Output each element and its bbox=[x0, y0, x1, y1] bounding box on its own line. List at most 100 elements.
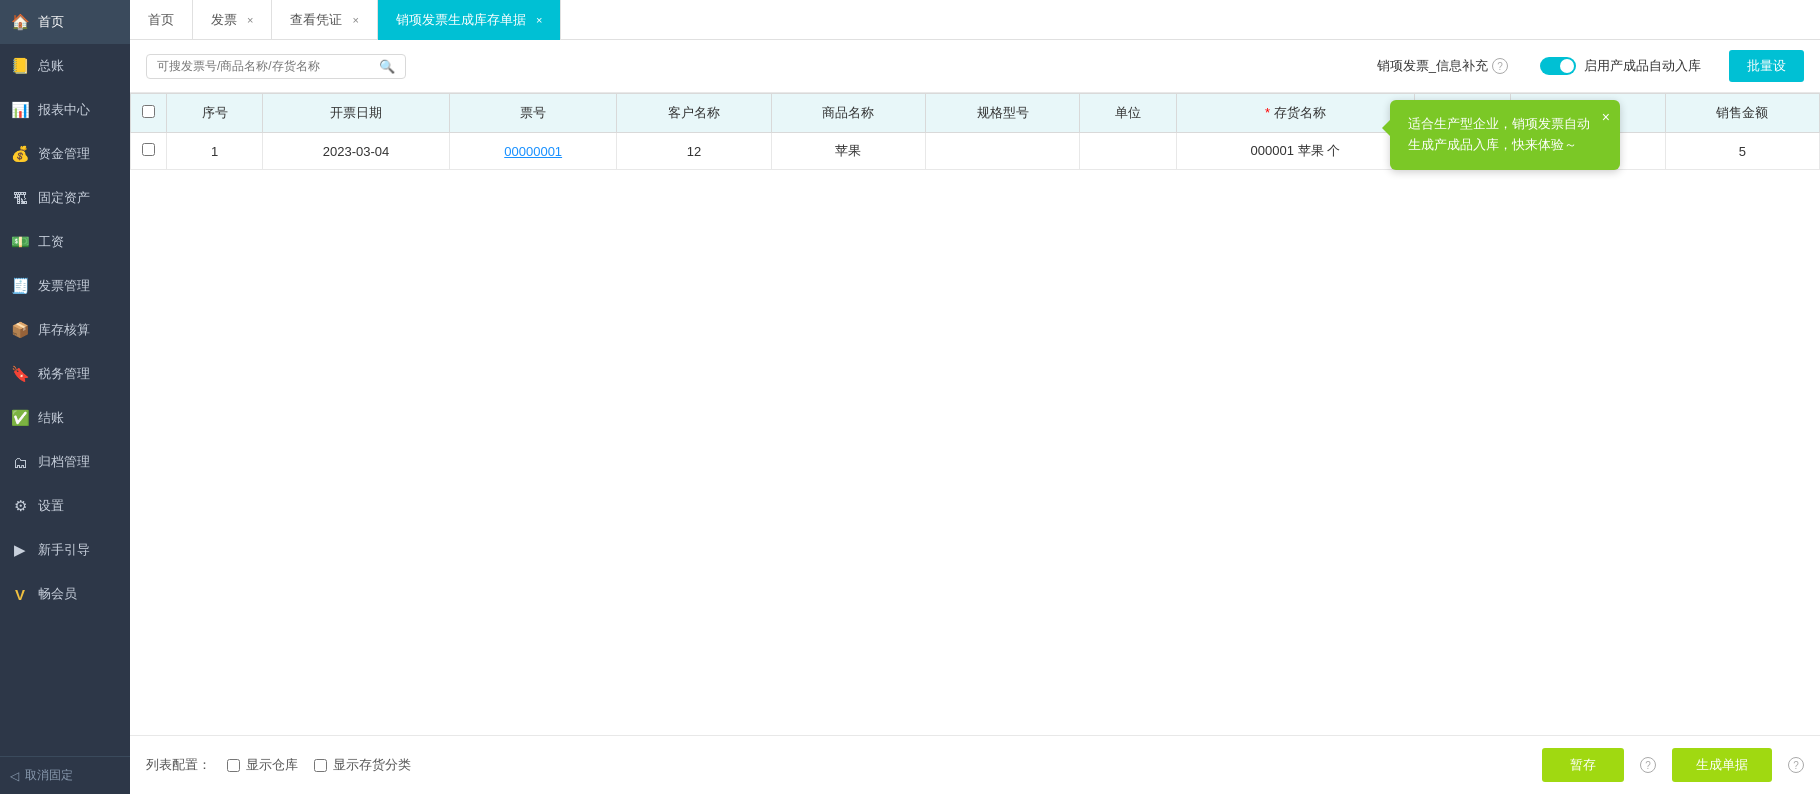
main-area: 首页 发票 × 查看凭证 × 销项发票生成库存单据 × 🔍 销项发票_信息补充 … bbox=[130, 0, 1820, 794]
info-label-area: 销项发票_信息补充 ? bbox=[1377, 57, 1508, 75]
th-customer: 客户名称 bbox=[617, 94, 771, 133]
th-spec: 规格型号 bbox=[926, 94, 1080, 133]
sidebar-item-inventory[interactable]: 📦 库存核算 bbox=[0, 308, 130, 352]
tab-invoice[interactable]: 发票 × bbox=[193, 0, 272, 40]
guide-icon: ▶ bbox=[10, 541, 30, 559]
tab-home[interactable]: 首页 bbox=[130, 0, 193, 40]
tab-voucher-label: 查看凭证 bbox=[290, 11, 342, 29]
row-date: 2023-03-04 bbox=[263, 133, 450, 170]
funds-icon: 💰 bbox=[10, 145, 30, 163]
row-spec bbox=[926, 133, 1080, 170]
toolbar: 🔍 销项发票_信息补充 ? 启用产成品自动入库 批量设 bbox=[130, 40, 1820, 93]
th-amount: 销售金额 bbox=[1665, 94, 1819, 133]
row-customer: 12 bbox=[617, 133, 771, 170]
sidebar-item-label: 总账 bbox=[38, 57, 64, 75]
sidebar-item-label: 固定资产 bbox=[38, 189, 90, 207]
toggle-area: 启用产成品自动入库 bbox=[1540, 57, 1701, 75]
tab-sales-invoice-label: 销项发票生成库存单据 bbox=[396, 11, 526, 29]
sidebar-item-label: 发票管理 bbox=[38, 277, 90, 295]
row-inventory: 000001 苹果 个 bbox=[1176, 133, 1414, 170]
invoice-icon: 🧾 bbox=[10, 277, 30, 295]
tab-bar: 首页 发票 × 查看凭证 × 销项发票生成库存单据 × bbox=[130, 0, 1820, 40]
sidebar-unpin-button[interactable]: ◁ 取消固定 bbox=[0, 756, 130, 794]
tab-home-label: 首页 bbox=[148, 11, 174, 29]
th-checkbox bbox=[131, 94, 167, 133]
row-unit bbox=[1080, 133, 1176, 170]
th-seq: 序号 bbox=[167, 94, 263, 133]
sidebar-item-label: 工资 bbox=[38, 233, 64, 251]
sidebar-item-label: 结账 bbox=[38, 409, 64, 427]
sidebar-item-settings[interactable]: ⚙ 设置 bbox=[0, 484, 130, 528]
sidebar-item-label: 资金管理 bbox=[38, 145, 90, 163]
auto-warehouse-toggle[interactable] bbox=[1540, 57, 1576, 75]
select-all-checkbox[interactable] bbox=[142, 105, 155, 118]
ledger-icon: 📒 bbox=[10, 57, 30, 75]
th-product: 商品名称 bbox=[771, 94, 925, 133]
tooltip-popup: × 适合生产型企业，销项发票自动生成产成品入库，快来体验～ bbox=[1390, 100, 1620, 170]
info-text: 销项发票_信息补充 bbox=[1377, 57, 1488, 75]
sidebar-item-label: 税务管理 bbox=[38, 365, 90, 383]
row-checkbox-cell bbox=[131, 133, 167, 170]
show-category-label: 显示存货分类 bbox=[333, 756, 411, 774]
show-warehouse-area: 显示仓库 bbox=[227, 756, 298, 774]
tab-invoice-close[interactable]: × bbox=[247, 14, 253, 26]
sidebar-item-ledger[interactable]: 📒 总账 bbox=[0, 44, 130, 88]
tooltip-close-button[interactable]: × bbox=[1602, 106, 1610, 128]
home-icon: 🏠 bbox=[10, 13, 30, 31]
search-input[interactable] bbox=[157, 59, 373, 73]
sidebar-item-label: 首页 bbox=[38, 13, 64, 31]
sidebar-item-home[interactable]: 🏠 首页 bbox=[0, 0, 130, 44]
sidebar-item-guide[interactable]: ▶ 新手引导 bbox=[0, 528, 130, 572]
generate-help-icon[interactable]: ? bbox=[1788, 757, 1804, 773]
tooltip-text: 适合生产型企业，销项发票自动生成产成品入库，快来体验～ bbox=[1408, 116, 1590, 152]
salary-icon: 💵 bbox=[10, 233, 30, 251]
th-inventory: 存货名称 bbox=[1176, 94, 1414, 133]
tab-sales-invoice-close[interactable]: × bbox=[536, 14, 542, 26]
vip-icon: V bbox=[10, 586, 30, 603]
search-box[interactable]: 🔍 bbox=[146, 54, 406, 79]
search-icon: 🔍 bbox=[379, 59, 395, 74]
tab-voucher-close[interactable]: × bbox=[352, 14, 358, 26]
row-amount: 5 bbox=[1665, 133, 1819, 170]
unpin-label: 取消固定 bbox=[25, 767, 73, 784]
row-product: 苹果 bbox=[771, 133, 925, 170]
sidebar-item-assets[interactable]: 🏗 固定资产 bbox=[0, 176, 130, 220]
toggle-label: 启用产成品自动入库 bbox=[1584, 57, 1701, 75]
sidebar-item-vip[interactable]: V 畅会员 bbox=[0, 572, 130, 616]
sidebar-item-reports[interactable]: 📊 报表中心 bbox=[0, 88, 130, 132]
row-seq: 1 bbox=[167, 133, 263, 170]
sidebar-item-salary[interactable]: 💵 工资 bbox=[0, 220, 130, 264]
generate-button[interactable]: 生成单据 bbox=[1672, 748, 1772, 782]
checkout-icon: ✅ bbox=[10, 409, 30, 427]
save-help-icon[interactable]: ? bbox=[1640, 757, 1656, 773]
tab-sales-invoice[interactable]: 销项发票生成库存单据 × bbox=[378, 0, 561, 40]
sidebar-item-archive[interactable]: 🗂 归档管理 bbox=[0, 440, 130, 484]
show-warehouse-label: 显示仓库 bbox=[246, 756, 298, 774]
tax-icon: 🔖 bbox=[10, 365, 30, 383]
show-category-checkbox[interactable] bbox=[314, 759, 327, 772]
footer-config-label: 列表配置： bbox=[146, 756, 211, 774]
sidebar-item-checkout[interactable]: ✅ 结账 bbox=[0, 396, 130, 440]
show-warehouse-checkbox[interactable] bbox=[227, 759, 240, 772]
sidebar-item-label: 畅会员 bbox=[38, 585, 77, 603]
table-wrap: 序号 开票日期 票号 客户名称 商品名称 规格型号 单位 存货名称 数量 销售单… bbox=[130, 93, 1820, 735]
save-button[interactable]: 暂存 bbox=[1542, 748, 1624, 782]
footer: 列表配置： 显示仓库 显示存货分类 暂存 ? 生成单据 ? bbox=[130, 735, 1820, 794]
sidebar-item-label: 归档管理 bbox=[38, 453, 90, 471]
batch-button[interactable]: 批量设 bbox=[1729, 50, 1804, 82]
row-number[interactable]: 00000001 bbox=[449, 133, 616, 170]
tab-invoice-label: 发票 bbox=[211, 11, 237, 29]
info-help-icon[interactable]: ? bbox=[1492, 58, 1508, 74]
sidebar-item-label: 新手引导 bbox=[38, 541, 90, 559]
inventory-icon: 📦 bbox=[10, 321, 30, 339]
sidebar-item-label: 库存核算 bbox=[38, 321, 90, 339]
sidebar-item-invoice-mgr[interactable]: 🧾 发票管理 bbox=[0, 264, 130, 308]
sidebar-item-label: 报表中心 bbox=[38, 101, 90, 119]
tab-voucher[interactable]: 查看凭证 × bbox=[272, 0, 377, 40]
sidebar-item-label: 设置 bbox=[38, 497, 64, 515]
sidebar-item-funds[interactable]: 💰 资金管理 bbox=[0, 132, 130, 176]
reports-icon: 📊 bbox=[10, 101, 30, 119]
sidebar-item-tax[interactable]: 🔖 税务管理 bbox=[0, 352, 130, 396]
row-checkbox[interactable] bbox=[142, 143, 155, 156]
th-date: 开票日期 bbox=[263, 94, 450, 133]
